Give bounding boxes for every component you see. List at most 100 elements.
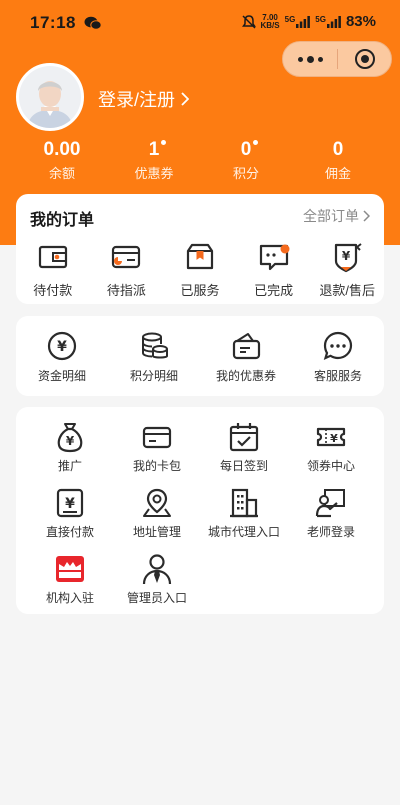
close-miniprogram-button[interactable] (338, 49, 391, 69)
customer-service[interactable]: 客服服务 (292, 330, 384, 384)
finance-row: ¥ 资金明细 积分明细 我的优惠券 客服服务 (16, 330, 384, 384)
stat-value: 1 (148, 139, 160, 160)
stat-value: 0 (332, 139, 344, 160)
badge-dot (161, 140, 167, 145)
chevron-right-icon (363, 210, 370, 222)
all-orders-text: 全部订单 (303, 208, 359, 224)
yen-receipt-icon: ¥ (56, 488, 84, 518)
points-details[interactable]: 积分明细 (108, 330, 200, 384)
tool-label: 城市代理入口 (207, 525, 280, 539)
building-icon (230, 488, 258, 518)
miniprogram-capsule[interactable] (282, 41, 392, 77)
tool-daily-checkin[interactable]: 每日签到 (198, 421, 290, 474)
stat-label: 积分 (232, 166, 259, 181)
tool-label: 直接付款 (45, 525, 94, 539)
signal-bars-icon (326, 15, 341, 28)
signal-2-label: 5G (315, 14, 326, 24)
order-label: 已完成 (254, 283, 294, 298)
login-register-link[interactable]: 登录/注册 (98, 86, 190, 112)
orders-card: 我的订单 全部订单 待付款 待指派 已服务 已完成 ¥ 退款/售后 (16, 194, 384, 304)
status-time: 17:18 (30, 13, 76, 32)
money-bag-icon: ¥ (57, 423, 83, 453)
signal-bars-icon (296, 15, 311, 28)
tool-coupon-center[interactable]: ¥ 领券中心 (285, 421, 377, 474)
status-indicators: 7.00 KB/S 5G 5G 83% (241, 13, 376, 30)
order-pending-assign[interactable]: 待指派 (90, 240, 164, 299)
order-pending-payment[interactable]: 待付款 (16, 240, 90, 299)
admin-person-icon (142, 554, 172, 585)
order-label: 待付款 (33, 283, 73, 298)
dot (306, 55, 314, 63)
tool-label: 推广 (57, 459, 82, 473)
stat-value: 0.00 (43, 139, 81, 160)
stat-label: 佣金 (324, 166, 351, 181)
stat-value-wrap: 0 (240, 139, 259, 161)
dot (297, 56, 303, 62)
order-status-row: 待付款 待指派 已服务 已完成 ¥ 退款/售后 (16, 240, 384, 299)
chat-complete-icon (259, 244, 290, 271)
stat-value-wrap: 1 (148, 139, 167, 161)
signal-2: 5G (315, 14, 341, 28)
tool-label: 管理员入口 (126, 591, 187, 605)
order-label: 退款/售后 (319, 283, 375, 298)
more-menu-button[interactable] (283, 42, 337, 76)
coupon-wallet-icon (232, 333, 261, 360)
tool-direct-pay[interactable]: ¥ 直接付款 (24, 487, 116, 540)
signal-1: 5G (285, 15, 311, 28)
card-assign-icon (112, 245, 141, 269)
tool-promotion[interactable]: ¥ 推广 (24, 421, 116, 474)
stat-label: 余额 (48, 166, 75, 181)
tool-label: 我的卡包 (132, 459, 181, 473)
refund-shield-icon: ¥ (335, 243, 362, 273)
stat-points[interactable]: 0 积分 (196, 139, 296, 182)
net-speed-unit: KB/S (260, 20, 280, 30)
map-pin-icon (143, 488, 171, 517)
order-refund-aftersale[interactable]: ¥ 退款/售后 (310, 240, 384, 299)
stat-balance[interactable]: 0.00 余额 (12, 139, 112, 182)
finance-card: ¥ 资金明细 积分明细 我的优惠券 客服服务 (16, 316, 384, 396)
tool-institution-join[interactable]: 机构入驻 (24, 553, 116, 606)
stat-commission[interactable]: 0 佣金 (288, 139, 388, 182)
avatar[interactable] (16, 63, 84, 131)
tool-label: 老师登录 (306, 525, 355, 539)
target-icon (354, 49, 375, 69)
ticket-yen-icon: ¥ (316, 427, 346, 447)
fund-details[interactable]: ¥ 资金明细 (16, 330, 108, 384)
svg-text:¥: ¥ (66, 434, 75, 448)
teacher-board-icon (315, 489, 345, 518)
svg-text:¥: ¥ (342, 249, 351, 263)
order-completed[interactable]: 已完成 (237, 240, 311, 299)
box-icon (186, 243, 214, 270)
account-stats: 0.00 余额 1 优惠券 0 积分 0 佣金 (0, 139, 400, 184)
tool-city-agent[interactable]: 城市代理入口 (198, 487, 290, 540)
tool-address-manage[interactable]: 地址管理 (111, 487, 203, 540)
default-avatar-icon (19, 66, 81, 128)
finance-label: 资金明细 (37, 369, 86, 383)
wallet-icon (38, 245, 67, 269)
tool-my-cards[interactable]: 我的卡包 (111, 421, 203, 474)
chat-bubble-icon (323, 331, 353, 360)
svg-text:¥: ¥ (57, 339, 67, 355)
yen-circle-icon: ¥ (47, 331, 77, 361)
card-icon (142, 426, 172, 449)
finance-label: 我的优惠券 (215, 369, 276, 383)
tool-label: 每日签到 (219, 459, 268, 473)
stat-label: 优惠券 (134, 166, 174, 181)
mute-icon (241, 14, 256, 29)
order-served[interactable]: 已服务 (163, 240, 237, 299)
calendar-check-icon (229, 423, 259, 452)
wechat-icon (84, 16, 102, 30)
login-register-text: 登录/注册 (98, 90, 176, 110)
tool-admin-entry[interactable]: 管理员入口 (111, 553, 203, 606)
coins-stack-icon (142, 332, 168, 359)
tool-label: 领券中心 (306, 459, 355, 473)
tool-teacher-login[interactable]: 老师登录 (285, 487, 377, 540)
store-icon (56, 556, 84, 582)
tool-label: 地址管理 (132, 525, 181, 539)
order-label: 已服务 (180, 283, 220, 298)
tools-card: ¥ 推广 我的卡包 每日签到 ¥ 领券中心 ¥ 直接付款 地址管理 城市代理入口… (16, 407, 384, 614)
all-orders-link[interactable]: 全部订单 (303, 206, 370, 226)
my-coupons[interactable]: 我的优惠券 (200, 330, 292, 384)
stat-value: 0 (240, 139, 252, 160)
stat-coupons[interactable]: 1 优惠券 (104, 139, 204, 182)
